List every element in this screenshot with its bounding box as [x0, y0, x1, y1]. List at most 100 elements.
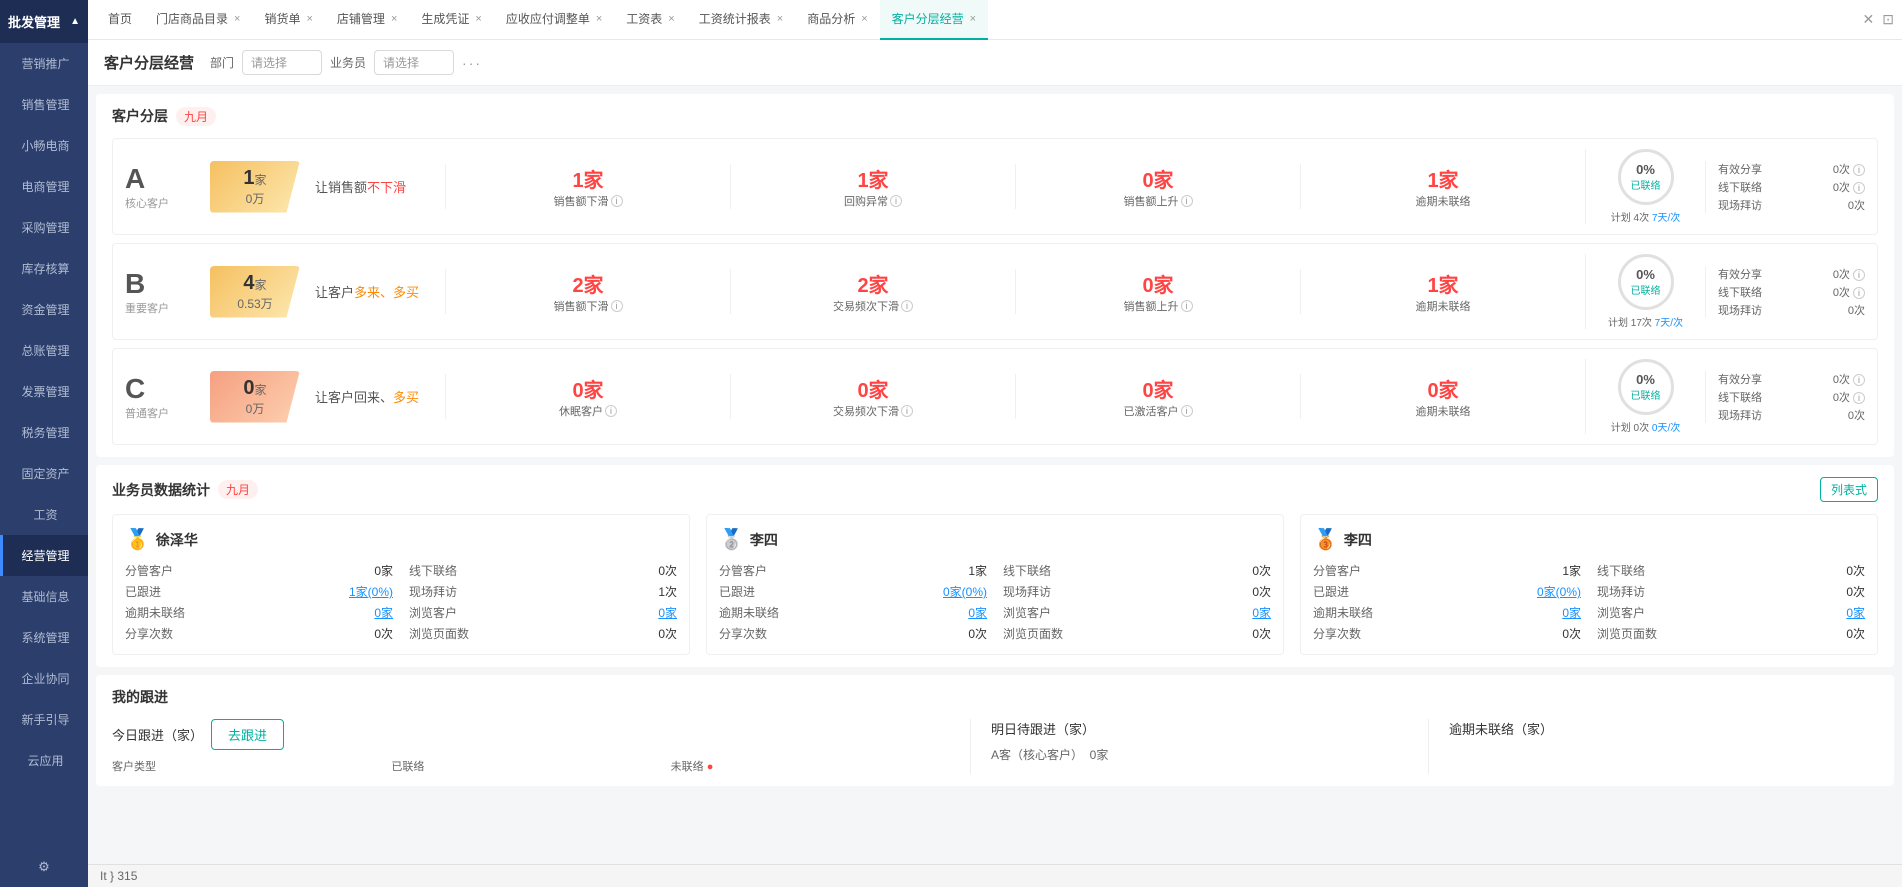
- sidebar-item-qyxt[interactable]: 企业协同: [0, 658, 88, 699]
- go-follow-button[interactable]: 去跟进: [211, 719, 284, 750]
- sidebar-item-gz[interactable]: 工资: [0, 494, 88, 535]
- info-icon[interactable]: i: [1181, 405, 1193, 417]
- info-icon[interactable]: i: [1853, 374, 1865, 386]
- sidebar-item-swgl[interactable]: 税务管理: [0, 412, 88, 453]
- tier-a-circle: 0% 已联络: [1618, 149, 1674, 205]
- tab-payroll[interactable]: 工资表×: [614, 0, 686, 40]
- staff-1-stat-2: 已跟进0家(0%): [719, 583, 987, 600]
- dept-select[interactable]: 请选择: [242, 50, 322, 75]
- close-icon[interactable]: ×: [668, 13, 674, 25]
- staff-0-stat-2: 已跟进1家(0%): [125, 583, 393, 600]
- sidebar-item-dscgl[interactable]: 电商管理: [0, 166, 88, 207]
- bottom-padding: [88, 786, 1902, 806]
- tier-c-contact: 0% 已联络 计划 0次 0天/次: [1585, 359, 1705, 434]
- sidebar-item-xsyd[interactable]: 新手引导: [0, 699, 88, 740]
- close-icon[interactable]: ×: [391, 13, 397, 25]
- info-icon[interactable]: i: [901, 300, 913, 312]
- tier-c-circle-pct: 0%: [1636, 372, 1655, 387]
- sidebar-item-zjgl[interactable]: 资金管理: [0, 289, 88, 330]
- close-icon[interactable]: ×: [475, 13, 481, 25]
- sidebar-item-xcdsc[interactable]: 小畅电商: [0, 125, 88, 166]
- sidebar-item-yyyp[interactable]: 云应用: [0, 740, 88, 781]
- staff-2-stat-4: 逾期未联络0家: [1313, 604, 1581, 621]
- close-icon[interactable]: ×: [777, 13, 783, 25]
- window-icon[interactable]: ⊡: [1882, 11, 1894, 28]
- close-all-icon[interactable]: ✕: [1863, 11, 1875, 28]
- tab-ar-ap[interactable]: 应收应付调整单×: [494, 0, 614, 40]
- tier-b-plan-link[interactable]: 7天/次: [1655, 318, 1683, 329]
- info-icon[interactable]: i: [611, 195, 623, 207]
- staff-0-stat-3: 现场拜访1次: [409, 583, 677, 600]
- sidebar-item-yxtg[interactable]: 营销推广: [0, 43, 88, 84]
- tier-c-stat-1-count: 0家: [857, 374, 888, 403]
- tier-a-right-stats: 有效分享 0次 i 线下联络 0次 i 现场拜访 0次: [1705, 161, 1865, 213]
- tier-b-circle-label: 已联络: [1631, 282, 1661, 297]
- sidebar-item-cggl[interactable]: 采购管理: [0, 207, 88, 248]
- sidebar-item-zzgl[interactable]: 总账管理: [0, 330, 88, 371]
- tier-a-plan-link[interactable]: 7天/次: [1652, 213, 1680, 224]
- close-icon[interactable]: ×: [970, 13, 976, 25]
- tab-store-mgmt[interactable]: 店铺管理×: [325, 0, 409, 40]
- follow-overdue-label: 逾期未联络（家）: [1449, 719, 1866, 738]
- info-icon[interactable]: i: [901, 405, 913, 417]
- info-icon[interactable]: i: [1853, 164, 1865, 176]
- staff-0-stat-1: 线下联络0次: [409, 562, 677, 579]
- staff-2-name-row: 🥉 李四: [1313, 527, 1865, 552]
- tab-home[interactable]: 首页: [96, 0, 144, 40]
- filter-more-icon[interactable]: ···: [462, 55, 482, 71]
- tier-a-stat-0: 1家 销售额下滑 i: [445, 164, 730, 209]
- sidebar-top[interactable]: 批发管理 ▲: [0, 0, 88, 43]
- close-icon[interactable]: ×: [861, 13, 867, 25]
- follow-header: 我的跟进: [112, 687, 1878, 707]
- tier-b-right-stats: 有效分享 0次 i 线下联络 0次 i 现场拜访 0次: [1705, 266, 1865, 318]
- staff-select[interactable]: 请选择: [374, 50, 454, 75]
- tier-c-right-stat-2: 现场拜访 0次: [1718, 407, 1865, 423]
- sidebar-item-kcha[interactable]: 库存核算: [0, 248, 88, 289]
- tab-product-analysis[interactable]: 商品分析×: [795, 0, 879, 40]
- tier-c-plan-link[interactable]: 0天/次: [1652, 423, 1680, 434]
- sidebar-item-jcxx[interactable]: 基础信息: [0, 576, 88, 617]
- biz-header-left: 业务员数据统计 九月: [112, 480, 258, 500]
- tier-a-stat-2-count: 0家: [1142, 164, 1173, 193]
- sidebar-settings[interactable]: ⚙: [0, 847, 88, 887]
- info-icon[interactable]: i: [1853, 392, 1865, 404]
- tier-b-label: B 重要客户: [125, 268, 195, 316]
- tab-store-products[interactable]: 门店商品目录×: [144, 0, 252, 40]
- info-icon[interactable]: i: [1853, 287, 1865, 299]
- sidebar-item-jygl[interactable]: 经营管理: [0, 535, 88, 576]
- info-icon[interactable]: i: [1853, 269, 1865, 281]
- info-icon[interactable]: i: [605, 405, 617, 417]
- info-icon[interactable]: i: [1181, 300, 1193, 312]
- biz-section: 业务员数据统计 九月 列表式 🥇 徐泽华 分管客户0家 线下联络0次 已跟进1家…: [96, 465, 1894, 667]
- info-icon[interactable]: i: [890, 195, 902, 207]
- staff-0-stat-6: 分享次数0次: [125, 625, 393, 642]
- follow-today-header: 今日跟进（家） 去跟进: [112, 719, 946, 750]
- tier-b-letter: B: [125, 268, 195, 300]
- tab-voucher[interactable]: 生成凭证×: [409, 0, 493, 40]
- staff-1-stat-3: 现场拜访0次: [1003, 583, 1271, 600]
- close-icon[interactable]: ×: [596, 13, 602, 25]
- tier-b-count: 4: [243, 272, 254, 294]
- sidebar-item-xtgl[interactable]: 系统管理: [0, 617, 88, 658]
- page-header: 客户分层经营 部门 请选择 业务员 请选择 ···: [88, 40, 1902, 86]
- sidebar-item-xsgl[interactable]: 销售管理: [0, 84, 88, 125]
- tab-sales-order[interactable]: 销货单×: [252, 0, 324, 40]
- sidebar-item-fpgl[interactable]: 发票管理: [0, 371, 88, 412]
- tier-a-slogan: 让销售额不下滑: [315, 177, 445, 196]
- tab-payroll-report[interactable]: 工资统计报表×: [687, 0, 795, 40]
- close-icon[interactable]: ×: [306, 13, 312, 25]
- tier-c-right-stat-0: 有效分享 0次 i: [1718, 371, 1865, 387]
- tier-a-stat-3: 1家 逾期未联络: [1300, 164, 1585, 209]
- sidebar-item-gdzy[interactable]: 固定资产: [0, 453, 88, 494]
- info-icon[interactable]: i: [1181, 195, 1193, 207]
- tab-customer-tier[interactable]: 客户分层经营×: [880, 0, 988, 40]
- info-icon[interactable]: i: [611, 300, 623, 312]
- tier-a-stat-2: 0家 销售额上升 i: [1015, 164, 1300, 209]
- close-icon[interactable]: ×: [234, 13, 240, 25]
- tier-b-amount-val: 0.53万: [222, 295, 288, 312]
- customer-tier-section: 客户分层 九月 A 核心客户 1家 0万 让销售额不下: [96, 94, 1894, 457]
- status-bar: It } 315: [88, 864, 1902, 887]
- tier-b-stat-3: 1家 逾期未联络: [1300, 269, 1585, 314]
- list-view-button[interactable]: 列表式: [1820, 477, 1878, 502]
- info-icon[interactable]: i: [1853, 182, 1865, 194]
